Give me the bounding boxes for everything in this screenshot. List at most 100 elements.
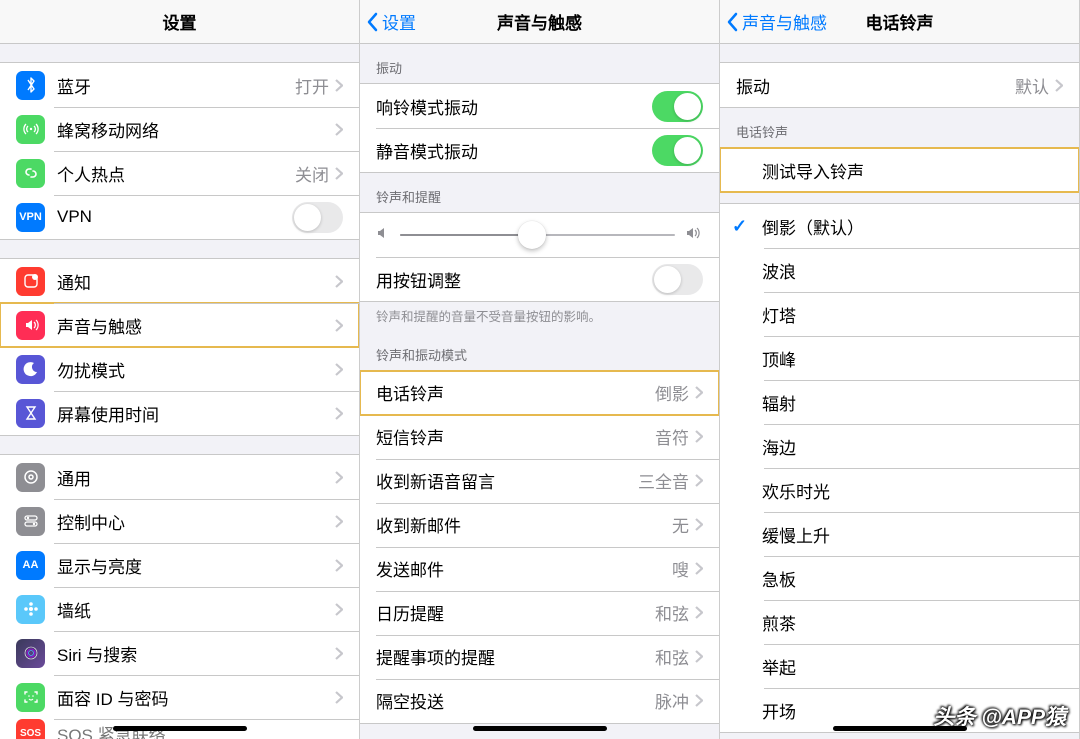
row-reminder[interactable]: 提醒事项的提醒 和弦 bbox=[360, 635, 719, 679]
row-label: 显示与亮度 bbox=[57, 553, 335, 578]
ringtone-row[interactable]: 波浪 bbox=[720, 248, 1079, 292]
vpn-icon: VPN bbox=[16, 203, 45, 232]
row-label: VPN bbox=[57, 207, 292, 227]
row-value: 和弦 bbox=[655, 644, 689, 669]
row-label: 急板 bbox=[762, 566, 1063, 591]
row-label: 提醒事项的提醒 bbox=[376, 644, 655, 669]
volume-low-icon bbox=[376, 226, 390, 244]
row-vibrate-silent[interactable]: 静音模式振动 bbox=[360, 128, 719, 172]
ringtone-row[interactable]: 灯塔 bbox=[720, 292, 1079, 336]
volume-slider[interactable] bbox=[400, 234, 675, 236]
group-header-ringer: 铃声和提醒 bbox=[360, 173, 719, 212]
settings-list[interactable]: 蓝牙 打开 蜂窝移动网络 个人热点 关闭 VPN bbox=[0, 44, 359, 739]
row-ringtone[interactable]: 电话铃声 倒影 bbox=[360, 371, 719, 415]
chevron-right-icon bbox=[335, 515, 343, 528]
ringtone-list[interactable]: 振动 默认 电话铃声 测试导入铃声 ✓倒影（默认）波浪灯塔顶峰辐射海边欢乐时光缓… bbox=[720, 44, 1079, 739]
toggle[interactable] bbox=[652, 135, 703, 166]
ringtone-row-custom[interactable]: 测试导入铃声 bbox=[720, 148, 1079, 192]
home-indicator[interactable] bbox=[473, 726, 607, 731]
row-label: 辐射 bbox=[762, 390, 1063, 415]
ringtone-row[interactable]: 急板 bbox=[720, 556, 1079, 600]
row-vpn[interactable]: VPN VPN bbox=[0, 195, 359, 239]
nav-title: 声音与触感 bbox=[497, 9, 582, 34]
row-display[interactable]: AA 显示与亮度 bbox=[0, 543, 359, 587]
screen-settings: 设置 蓝牙 打开 蜂窝移动网络 bbox=[0, 0, 360, 739]
navbar: 设置 声音与触感 bbox=[360, 0, 719, 44]
chevron-right-icon bbox=[1055, 79, 1063, 92]
chevron-right-icon bbox=[335, 275, 343, 288]
row-label: 蓝牙 bbox=[57, 73, 295, 98]
ringtone-row[interactable]: 海边 bbox=[720, 424, 1079, 468]
nav-back[interactable]: 设置 bbox=[366, 9, 416, 34]
row-value: 脉冲 bbox=[655, 688, 689, 713]
row-sounds[interactable]: 声音与触感 bbox=[0, 303, 359, 347]
chevron-right-icon bbox=[695, 430, 703, 443]
row-value: 无 bbox=[672, 512, 689, 537]
row-faceid[interactable]: 面容 ID 与密码 bbox=[0, 675, 359, 719]
toggle[interactable] bbox=[652, 91, 703, 122]
ringtone-row[interactable]: 欢乐时光 bbox=[720, 468, 1079, 512]
chevron-right-icon bbox=[335, 691, 343, 704]
ringtone-row[interactable]: 缓慢上升 bbox=[720, 512, 1079, 556]
row-screentime[interactable]: 屏幕使用时间 bbox=[0, 391, 359, 435]
group-header-patterns: 铃声和振动模式 bbox=[360, 331, 719, 370]
row-label: 墙纸 bbox=[57, 597, 335, 622]
navbar: 设置 bbox=[0, 0, 359, 44]
group-footer-buttons: 铃声和提醒的音量不受音量按钮的影响。 bbox=[360, 302, 719, 331]
row-label: 勿扰模式 bbox=[57, 357, 335, 382]
nav-back-label: 声音与触感 bbox=[742, 9, 827, 34]
row-sentmail[interactable]: 发送邮件 嗖 bbox=[360, 547, 719, 591]
ringtone-row[interactable]: 煎茶 bbox=[720, 600, 1079, 644]
row-label: 波浪 bbox=[762, 258, 1063, 283]
nav-back[interactable]: 声音与触感 bbox=[726, 9, 827, 34]
row-texttone[interactable]: 短信铃声 音符 bbox=[360, 415, 719, 459]
nav-back-label: 设置 bbox=[382, 9, 416, 34]
row-label: 举起 bbox=[762, 654, 1063, 679]
row-vibrate-ring[interactable]: 响铃模式振动 bbox=[360, 84, 719, 128]
chevron-right-icon bbox=[335, 407, 343, 420]
row-voicemail[interactable]: 收到新语音留言 三全音 bbox=[360, 459, 719, 503]
row-cellular[interactable]: 蜂窝移动网络 bbox=[0, 107, 359, 151]
toggle[interactable] bbox=[652, 264, 703, 295]
row-label: 收到新语音留言 bbox=[376, 468, 638, 493]
row-wallpaper[interactable]: 墙纸 bbox=[0, 587, 359, 631]
row-dnd[interactable]: 勿扰模式 bbox=[0, 347, 359, 391]
row-label: 静音模式振动 bbox=[376, 138, 652, 163]
row-bluetooth[interactable]: 蓝牙 打开 bbox=[0, 63, 359, 107]
ringtone-row[interactable]: ✓倒影（默认） bbox=[720, 204, 1079, 248]
row-label: 响铃模式振动 bbox=[376, 94, 652, 119]
chevron-right-icon bbox=[695, 606, 703, 619]
chevron-right-icon bbox=[335, 167, 343, 180]
notifications-icon bbox=[16, 267, 45, 296]
row-controlcenter[interactable]: 控制中心 bbox=[0, 499, 359, 543]
row-value: 嗖 bbox=[672, 556, 689, 581]
row-vibration[interactable]: 振动 默认 bbox=[720, 63, 1079, 107]
row-label: 日历提醒 bbox=[376, 600, 655, 625]
row-newmail[interactable]: 收到新邮件 无 bbox=[360, 503, 719, 547]
ringtone-row[interactable]: 顶峰 bbox=[720, 336, 1079, 380]
row-hotspot[interactable]: 个人热点 关闭 bbox=[0, 151, 359, 195]
row-calendar[interactable]: 日历提醒 和弦 bbox=[360, 591, 719, 635]
row-change-with-buttons[interactable]: 用按钮调整 bbox=[360, 257, 719, 301]
home-indicator[interactable] bbox=[113, 726, 247, 731]
bluetooth-icon bbox=[16, 71, 45, 100]
row-label: 发送邮件 bbox=[376, 556, 672, 581]
ringtone-row[interactable]: 辐射 bbox=[720, 380, 1079, 424]
sounds-list[interactable]: 振动 响铃模式振动 静音模式振动 铃声和提醒 bbox=[360, 44, 719, 739]
watermark: 头条 @APP猿 bbox=[934, 701, 1067, 731]
row-label: Siri 与搜索 bbox=[57, 641, 335, 666]
row-siri[interactable]: Siri 与搜索 bbox=[0, 631, 359, 675]
chevron-right-icon bbox=[335, 319, 343, 332]
row-notifications[interactable]: 通知 bbox=[0, 259, 359, 303]
row-value: 音符 bbox=[655, 424, 689, 449]
row-general[interactable]: 通用 bbox=[0, 455, 359, 499]
row-label: 振动 bbox=[736, 73, 1015, 98]
row-airdrop[interactable]: 隔空投送 脉冲 bbox=[360, 679, 719, 723]
chevron-right-icon bbox=[695, 694, 703, 707]
row-value: 打开 bbox=[295, 73, 329, 98]
ringtone-row[interactable]: 举起 bbox=[720, 644, 1079, 688]
vpn-toggle[interactable] bbox=[292, 202, 343, 233]
row-value: 默认 bbox=[1015, 73, 1049, 98]
gear-icon bbox=[16, 463, 45, 492]
volume-high-icon bbox=[685, 226, 703, 244]
